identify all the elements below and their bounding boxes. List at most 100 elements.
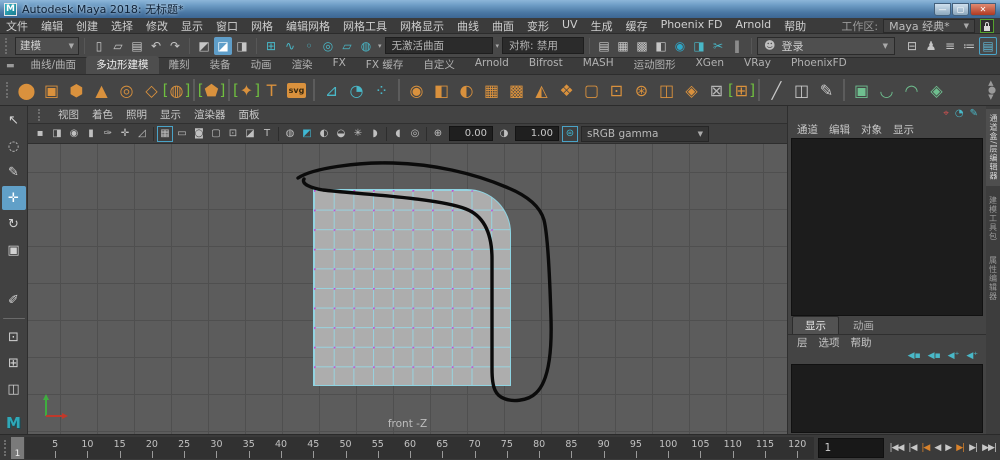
exposure-icon[interactable]: ⊕ [430, 126, 446, 142]
snap-projected-center-icon[interactable]: ◎ [319, 37, 337, 55]
gamma-icon[interactable]: ◑ [496, 126, 512, 142]
poly-cylinder-icon[interactable]: ⬢ [65, 78, 88, 103]
paint-select-tool[interactable]: ✎ [2, 160, 26, 184]
play-forwards-button[interactable]: ▶ [943, 441, 953, 455]
render-settings-icon[interactable]: ▩ [633, 37, 651, 55]
shelf-tab[interactable]: Arnold [465, 56, 519, 74]
snap-grid-icon[interactable]: ⊞ [262, 37, 280, 55]
bookmark-icon[interactable]: ▮ [83, 126, 99, 142]
isolate-select-icon[interactable]: ◖ [390, 126, 406, 142]
save-scene-icon[interactable]: ▤ [128, 37, 146, 55]
combine-icon[interactable]: ◉ [405, 78, 428, 103]
drag-grip[interactable] [4, 440, 9, 456]
select-object-icon[interactable]: ◪ [214, 37, 232, 55]
drawn-curve-object[interactable] [28, 144, 787, 434]
toolbox-separator[interactable] [3, 318, 25, 319]
layer-editor-tab[interactable]: 动画 [841, 317, 886, 334]
new-layer-selected-icon[interactable]: ◀▪ [928, 351, 941, 361]
boolean-icon[interactable]: ◐ [455, 78, 478, 103]
xray-icon[interactable]: ◎ [407, 126, 423, 142]
frame-tick[interactable]: 120 [781, 437, 813, 459]
channel-box-icon[interactable]: ▤ [979, 37, 997, 55]
shaded-display-icon[interactable]: ◩ [299, 126, 315, 142]
quadrangulate-icon[interactable]: ◈ [680, 78, 703, 103]
channel-box-menu-item[interactable]: 对象 [861, 122, 882, 137]
platonic-solid-icon[interactable]: ⬟ [200, 78, 223, 103]
step-forward-frame-button[interactable]: ▶| [967, 441, 979, 455]
use-all-lights-icon[interactable]: ◒ [333, 126, 349, 142]
layer-editor-tab[interactable]: 显示 [792, 316, 839, 334]
menu-item[interactable]: Phoenix FD [661, 18, 723, 34]
separate-icon[interactable]: ◧ [430, 78, 453, 103]
frame-tick[interactable]: 75 [491, 437, 523, 459]
snap-view-plane-icon[interactable]: ▱ [338, 37, 356, 55]
wedge-icon[interactable]: ◭ [530, 78, 553, 103]
menu-item[interactable]: 曲线 [457, 18, 479, 34]
last-used-tool[interactable]: ✐ [2, 288, 26, 312]
frame-tick[interactable]: 110 [717, 437, 749, 459]
shelf-tab[interactable]: 曲线/曲面 [21, 56, 87, 74]
mirror-icon[interactable]: ◫ [655, 78, 678, 103]
shelf-tab[interactable]: Bifrost [519, 56, 573, 74]
grid-toggle-icon[interactable]: ▦ [157, 126, 173, 142]
go-to-start-button[interactable]: |◀◀ [888, 441, 906, 455]
crease-tool-icon[interactable]: ◡ [875, 78, 898, 103]
reduce-icon[interactable]: ▩ [505, 78, 528, 103]
lock-camera-icon[interactable]: ◨ [49, 126, 65, 142]
close-button[interactable]: ✕ [970, 3, 996, 16]
layer-menu-item[interactable]: 选项 [819, 335, 840, 350]
field-chart-icon[interactable]: ⊡ [225, 126, 241, 142]
exposure-field[interactable]: 0.00 [449, 126, 493, 141]
menu-item[interactable]: 创建 [76, 18, 98, 34]
channel-box-menu-item[interactable]: 显示 [893, 122, 914, 137]
menu-item[interactable]: 编辑网格 [286, 18, 330, 34]
frame-tick[interactable]: 105 [684, 437, 716, 459]
shelf-tab[interactable]: 雕刻 [159, 56, 200, 74]
step-forward-key-button[interactable]: ▶| [954, 441, 966, 455]
render-view-icon[interactable]: ▤ [595, 37, 613, 55]
layer-menu-item[interactable]: 帮助 [851, 335, 872, 350]
drag-grip[interactable] [6, 82, 11, 98]
view-transform-icon[interactable]: ⊜ [562, 126, 578, 142]
select-tool[interactable]: ↖ [2, 108, 26, 132]
new-empty-layer-icon[interactable]: ◀▪ [908, 351, 921, 361]
pause-viewport-icon[interactable]: ‖ [728, 37, 746, 55]
speed-icon[interactable]: ◔ [955, 108, 964, 119]
current-time-field[interactable]: 1 [818, 438, 884, 458]
new-anim-layer-selected-icon[interactable]: ◀⁺ [966, 351, 978, 361]
pencil-icon[interactable]: ✎ [970, 108, 978, 119]
frame-tick[interactable]: 55 [362, 437, 394, 459]
snap-point-icon[interactable]: ◦ [300, 37, 318, 55]
shelf-tab[interactable]: 自定义 [413, 56, 465, 74]
shelf-tab[interactable]: 多边形建模 [86, 56, 159, 74]
smooth-icon[interactable]: ❖ [555, 78, 578, 103]
chevron-down-icon[interactable]: ▾ [378, 42, 382, 50]
frame-tick[interactable]: 15 [104, 437, 136, 459]
attribute-editor-icon[interactable]: ≡ [941, 37, 959, 55]
chevron-down-icon[interactable]: ▾ [496, 42, 500, 50]
menu-item[interactable]: 缓存 [626, 18, 648, 34]
frame-tick[interactable]: 115 [749, 437, 781, 459]
symmetrize-icon[interactable]: ⊠ [705, 78, 728, 103]
menu-item[interactable]: 帮助 [784, 18, 806, 34]
ipr-render-icon[interactable]: ▦ [614, 37, 632, 55]
poly-torus-icon[interactable]: ◎ [115, 78, 138, 103]
shelf-separator[interactable] [758, 79, 760, 101]
undo-icon[interactable]: ↶ [147, 37, 165, 55]
hypershade-icon[interactable]: ◧ [652, 37, 670, 55]
shadows-icon[interactable]: ✳ [350, 126, 366, 142]
rotate-tool[interactable]: ↻ [2, 212, 26, 236]
move-tool[interactable]: ✛ [2, 186, 26, 210]
panel-menu-item[interactable]: 照明 [126, 107, 147, 122]
frame-tick[interactable]: 100 [652, 437, 684, 459]
xyz-axis-icon[interactable]: ⌖ [943, 108, 949, 119]
shelf-tab[interactable]: FX [323, 56, 356, 74]
quad-draw-icon[interactable]: ▣ [850, 78, 873, 103]
frame-tick[interactable]: 80 [523, 437, 555, 459]
step-back-key-button[interactable]: |◀ [919, 441, 931, 455]
textured-icon[interactable]: ◐ [316, 126, 332, 142]
shelf-separator[interactable] [313, 79, 315, 101]
arnold-renderview-icon[interactable]: ◉ [671, 37, 689, 55]
vp-separator[interactable] [153, 127, 154, 141]
four-pane-layout-button[interactable]: ⊞ [2, 351, 26, 375]
